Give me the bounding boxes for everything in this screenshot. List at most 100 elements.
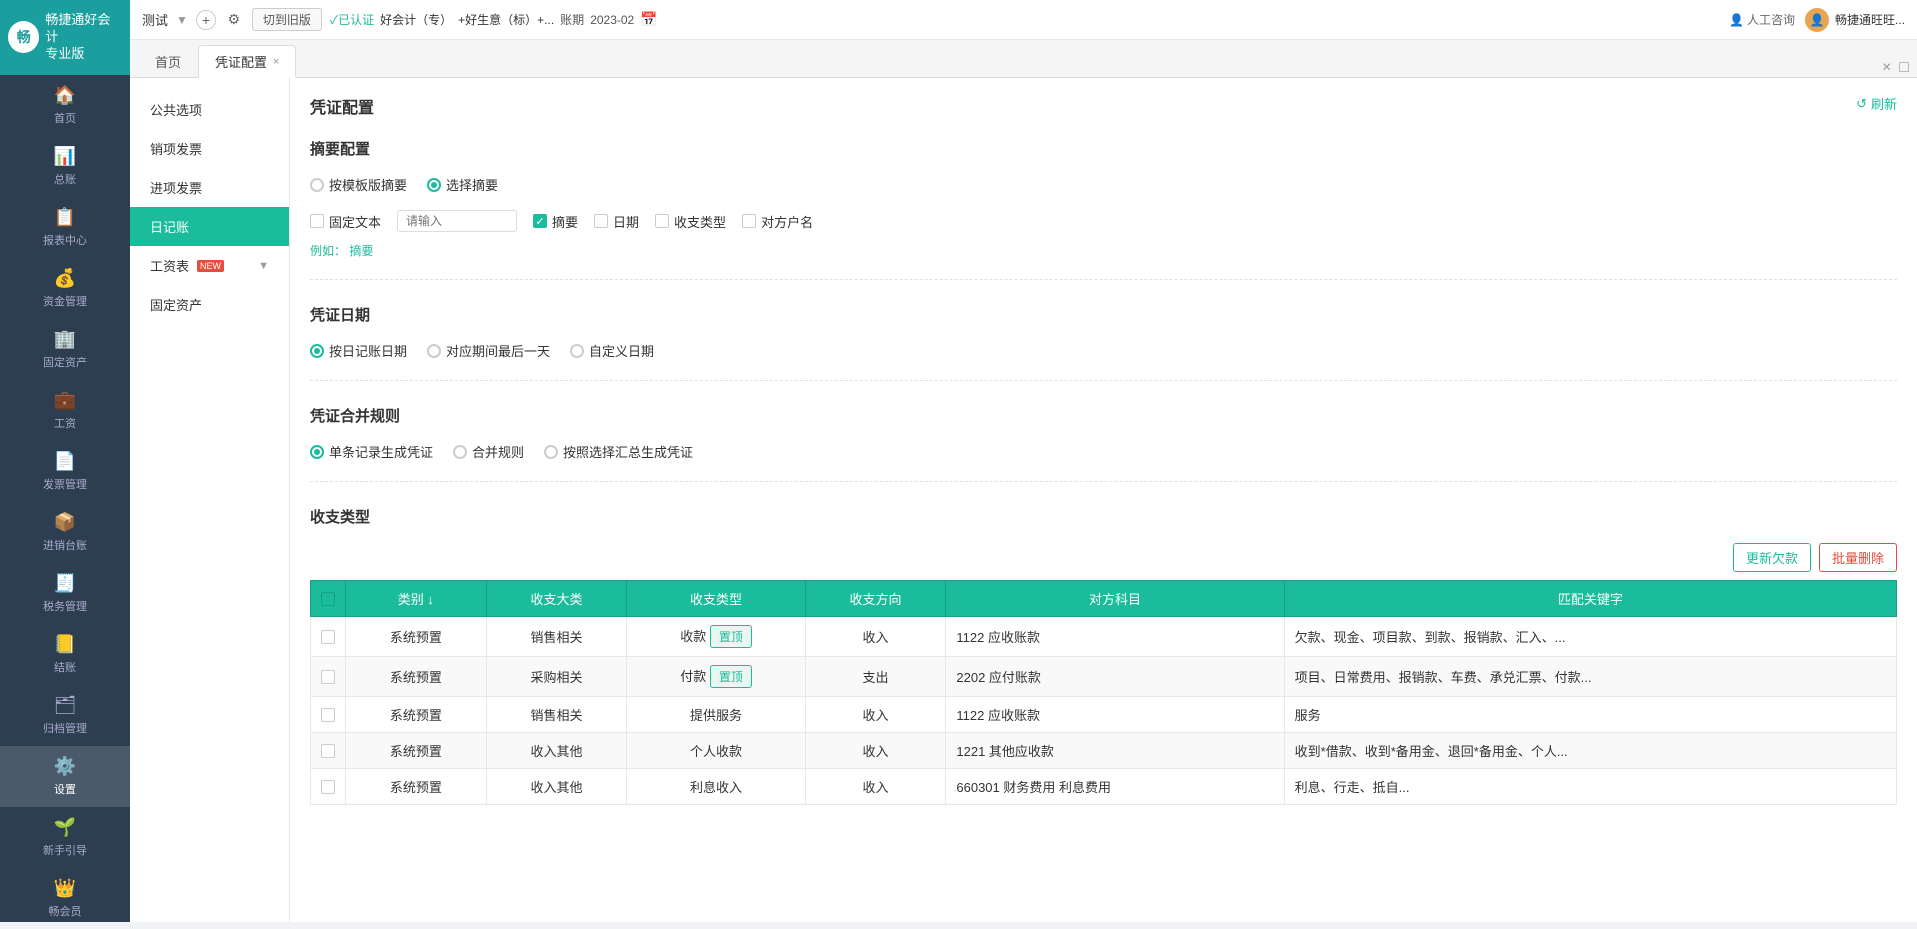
settings-icon: ⚙️ bbox=[54, 756, 76, 777]
summary-radio-group: 按模板版摘要 选择摘要 bbox=[310, 175, 1897, 194]
tab-close-button[interactable]: × bbox=[273, 56, 279, 68]
col-keywords: 匹配关键字 bbox=[1284, 581, 1896, 617]
sidebar-item-label: 资金管理 bbox=[43, 293, 87, 309]
tab-bar: 首页 凭证配置 × × □ bbox=[130, 40, 1917, 78]
user-menu[interactable]: 👤 畅捷通旺旺... bbox=[1805, 8, 1905, 32]
refresh-button[interactable]: ↺ 刷新 bbox=[1856, 94, 1897, 113]
summary-config-title: 摘要配置 bbox=[310, 138, 1897, 159]
batch-delete-btn[interactable]: 批量删除 bbox=[1819, 543, 1897, 572]
sidebar-item-newbie[interactable]: 🌱 新手引导 bbox=[0, 807, 130, 868]
service-button[interactable]: 👤 人工咨询 bbox=[1729, 11, 1795, 28]
col-contra-subject: 对方科目 bbox=[946, 581, 1284, 617]
checkbox-fixed-text[interactable]: 固定文本 bbox=[310, 212, 381, 231]
sidebar-item-label: 首页 bbox=[54, 110, 76, 126]
row-keywords: 收到*借款、收到*备用金、退回*备用金、个人... bbox=[1284, 733, 1896, 769]
row-checkbox[interactable] bbox=[321, 780, 335, 794]
content-area: 公共选项 销项发票 进项发票 日记账 工资表 NEW ▼ 固定资产 凭证配置 bbox=[130, 78, 1917, 922]
sidebar-item-purchases[interactable]: 📦 进销台账 bbox=[0, 502, 130, 563]
sidebar-item-label: 进销台账 bbox=[43, 537, 87, 553]
row-major-type: 销售相关 bbox=[486, 617, 627, 657]
window-close-button[interactable]: × bbox=[1882, 59, 1891, 77]
radio-period-last-day[interactable]: 对应期间最后一天 bbox=[427, 341, 550, 360]
voucher-date-title: 凭证日期 bbox=[310, 304, 1897, 325]
checkbox-summary[interactable]: ✓ 摘要 bbox=[533, 212, 578, 231]
refresh-icon: ↺ bbox=[1856, 96, 1867, 112]
invoice-icon: 📄 bbox=[54, 451, 76, 472]
username-label: 畅捷通旺旺... bbox=[1835, 11, 1905, 28]
sidebar-item-payroll[interactable]: 💼 工资 bbox=[0, 380, 130, 441]
sidebar-logo: 畅 畅捷通好会计 专业版 bbox=[0, 0, 130, 75]
radio-circle-checked bbox=[310, 344, 324, 358]
fixed-text-input[interactable] bbox=[397, 210, 517, 232]
window-maximize-button[interactable]: □ bbox=[1899, 59, 1909, 77]
table-row: 系统预置 收入其他 个人收款 收入 1221 其他应收款 收到*借款、收到*备用… bbox=[311, 733, 1897, 769]
page-title: 凭证配置 bbox=[310, 94, 1897, 118]
switch-old-version-button[interactable]: 切到旧版 bbox=[252, 8, 322, 31]
type-tag[interactable]: 置顶 bbox=[710, 625, 752, 648]
sidebar-item-reports[interactable]: 📋 报表中心 bbox=[0, 197, 130, 258]
col-category[interactable]: 类别 ↓ bbox=[356, 589, 476, 608]
haokuaiji-label: 好会计（专） bbox=[380, 11, 452, 28]
row-direction: 支出 bbox=[805, 657, 946, 697]
radio-single-record[interactable]: 单条记录生成凭证 bbox=[310, 442, 433, 461]
income-expense-table: 类别 ↓ 收支大类 收支类型 收支方向 对方科目 匹配关键字 bbox=[310, 580, 1897, 805]
sidebar-item-ledger[interactable]: 📊 总账 bbox=[0, 136, 130, 197]
row-checkbox[interactable] bbox=[321, 744, 335, 758]
update-btn[interactable]: 更新欠款 bbox=[1733, 543, 1811, 572]
checkbox-income-expense-type[interactable]: 收支类型 bbox=[655, 212, 726, 231]
row-checkbox-box bbox=[321, 708, 335, 722]
col-direction: 收支方向 bbox=[805, 581, 946, 617]
sidebar-item-vip[interactable]: 👑 畅会员 bbox=[0, 868, 130, 929]
sub-nav-item-payroll-table[interactable]: 工资表 NEW ▼ bbox=[130, 246, 289, 285]
sub-nav-item-fixed-assets-sub[interactable]: 固定资产 bbox=[130, 285, 289, 324]
col-major-type: 收支大类 bbox=[486, 581, 627, 617]
tab-voucher-config[interactable]: 凭证配置 × bbox=[198, 45, 296, 78]
sidebar-item-home[interactable]: 🏠 首页 bbox=[0, 75, 130, 136]
checkbox-date[interactable]: 日期 bbox=[594, 212, 639, 231]
checkbox-box bbox=[594, 214, 608, 228]
service-icon: 👤 bbox=[1729, 13, 1744, 27]
radio-template-summary[interactable]: 按模板版摘要 bbox=[310, 175, 407, 194]
sidebar-item-settings[interactable]: ⚙️ 设置 bbox=[0, 746, 130, 807]
tab-home[interactable]: 首页 bbox=[138, 45, 198, 77]
income-expense-title: 收支类型 bbox=[310, 506, 1897, 527]
sub-nav-item-journal[interactable]: 日记账 bbox=[130, 207, 289, 246]
newbie-icon: 🌱 bbox=[54, 817, 76, 838]
radio-merge-rule[interactable]: 合并规则 bbox=[453, 442, 524, 461]
row-checkbox[interactable] bbox=[321, 670, 335, 684]
chevron-down-icon: ▼ bbox=[258, 260, 269, 272]
topbar-right: 👤 人工咨询 👤 畅捷通旺旺... bbox=[1729, 8, 1905, 32]
sidebar-item-invoice[interactable]: 📄 发票管理 bbox=[0, 441, 130, 502]
radio-custom-date[interactable]: 自定义日期 bbox=[570, 341, 654, 360]
sidebar-item-label: 发票管理 bbox=[43, 476, 87, 492]
table-header-checkbox[interactable] bbox=[321, 592, 335, 606]
example-link[interactable]: 摘要 bbox=[349, 244, 373, 258]
type-tag[interactable]: 置顶 bbox=[710, 665, 752, 688]
sidebar-item-archive[interactable]: 🗂 归档管理 bbox=[0, 685, 130, 746]
topbar-dropdown-arrow[interactable]: ▼ bbox=[176, 13, 188, 27]
sub-nav-item-purchase-invoice[interactable]: 进项发票 bbox=[130, 168, 289, 207]
radio-summary-generate[interactable]: 按照选择汇总生成凭证 bbox=[544, 442, 693, 461]
row-keywords: 利息、行走、抵自... bbox=[1284, 769, 1896, 805]
row-checkbox[interactable] bbox=[321, 708, 335, 722]
checkbox-counterpart-name[interactable]: 对方户名 bbox=[742, 212, 813, 231]
calendar-icon[interactable]: 📅 bbox=[640, 11, 657, 28]
sidebar-item-label: 总账 bbox=[54, 171, 76, 187]
row-contra-subject: 660301 财务费用 利息费用 bbox=[946, 769, 1284, 805]
topbar: 测试 ▼ + ⚙ 切到旧版 ✓已认证 好会计（专） +好生意（标）+... 账期… bbox=[130, 0, 1917, 40]
income-expense-section: 收支类型 更新欠款 批量删除 bbox=[310, 506, 1897, 825]
sub-nav-item-sales-invoice[interactable]: 销项发票 bbox=[130, 129, 289, 168]
new-badge: NEW bbox=[197, 260, 224, 272]
sub-nav-item-public[interactable]: 公共选项 bbox=[130, 90, 289, 129]
sidebar-item-fixed-assets[interactable]: 🏢 固定资产 bbox=[0, 319, 130, 380]
topbar-add-button[interactable]: + bbox=[196, 10, 216, 30]
closing-icon: 📒 bbox=[54, 634, 76, 655]
radio-journal-date[interactable]: 按日记账日期 bbox=[310, 341, 407, 360]
topbar-settings-button[interactable]: ⚙ bbox=[224, 10, 244, 30]
sidebar-item-finance[interactable]: 💰 资金管理 bbox=[0, 258, 130, 319]
app-name-line2: 专业版 bbox=[45, 46, 122, 63]
radio-select-summary[interactable]: 选择摘要 bbox=[427, 175, 498, 194]
row-checkbox[interactable] bbox=[321, 630, 335, 644]
sidebar-item-closing[interactable]: 📒 结账 bbox=[0, 624, 130, 685]
sidebar-item-tax[interactable]: 🧾 税务管理 bbox=[0, 563, 130, 624]
